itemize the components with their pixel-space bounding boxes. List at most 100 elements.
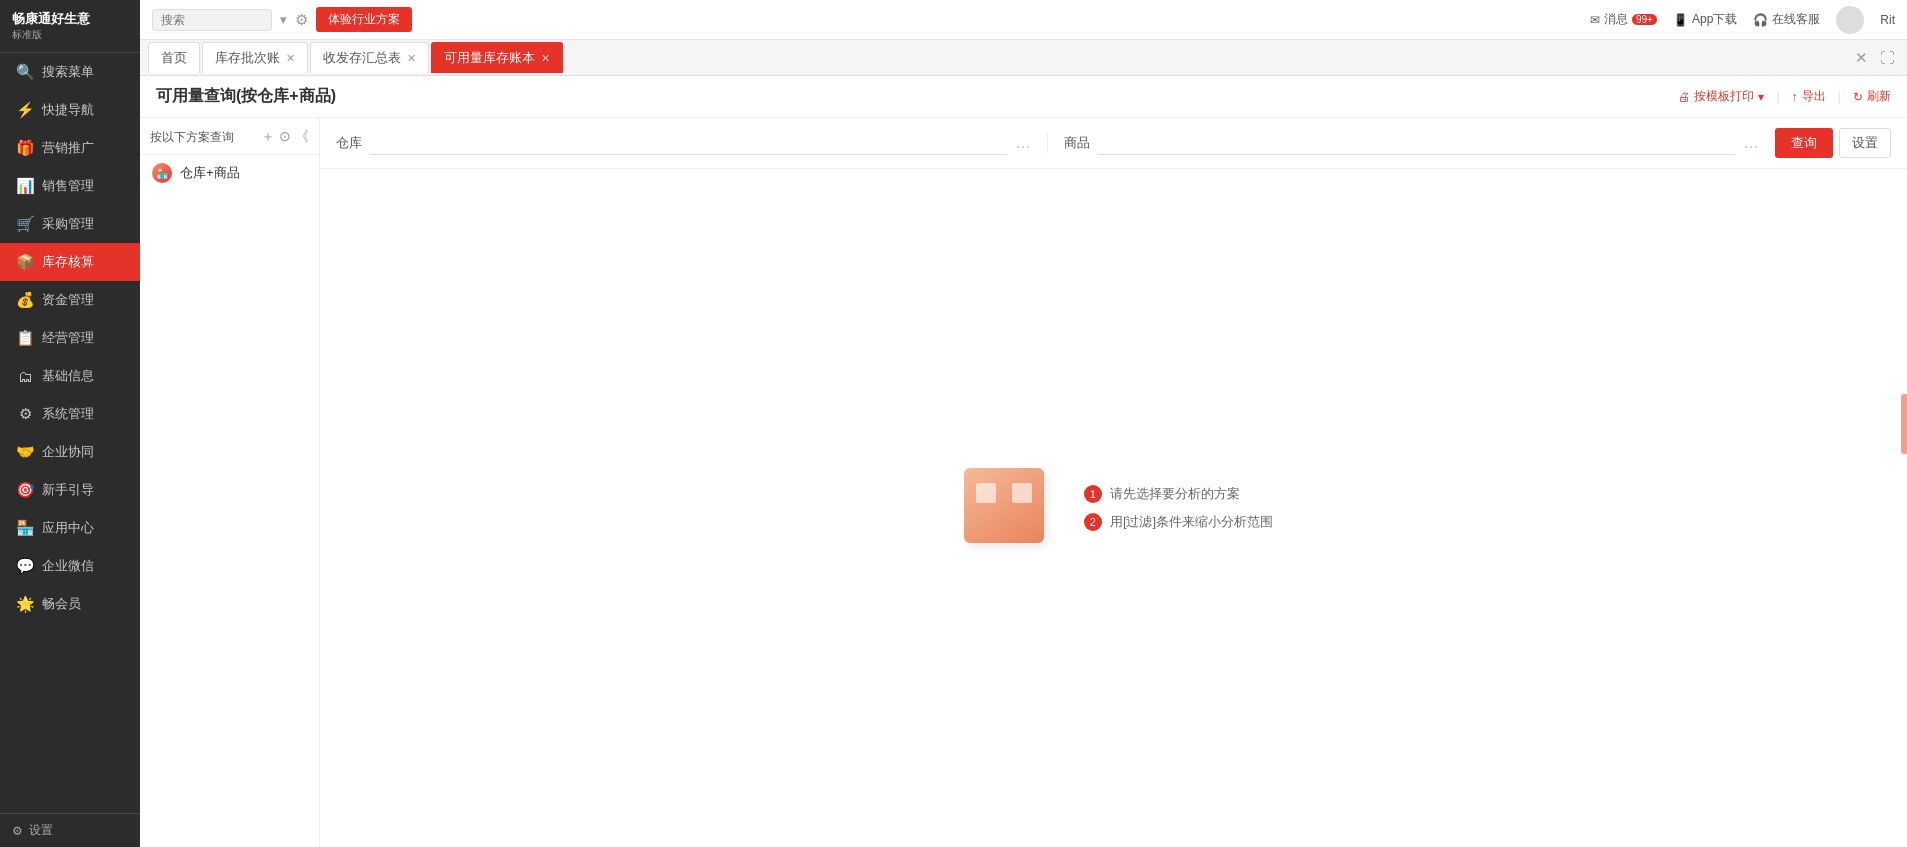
filter-header-label: 按以下方案查询 — [150, 129, 234, 146]
collapse-btn[interactable]: 《 — [295, 128, 309, 146]
operations-icon: 📋 — [16, 329, 34, 347]
sidebar-item-appstore[interactable]: 🏪 应用中心 — [0, 509, 140, 547]
newbie-icon: 🎯 — [16, 481, 34, 499]
empty-illustration — [954, 458, 1054, 558]
sidebar-item-label: 应用中心 — [42, 519, 94, 537]
tab-batch-ledger[interactable]: 库存批次账 ✕ — [202, 42, 308, 73]
topbar-right: ✉ 消息 99+ 📱 App下载 🎧 在线客服 Rit — [1590, 6, 1895, 34]
headset-icon: 🎧 — [1753, 13, 1768, 27]
sidebar-item-operations[interactable]: 📋 经营管理 — [0, 319, 140, 357]
warehouse-label: 仓库 — [336, 134, 362, 152]
sidebar-item-inventory[interactable]: 📦 库存核算 — [0, 243, 140, 281]
warehouse-more-btn[interactable]: … — [1015, 134, 1031, 152]
tab-summary[interactable]: 收发存汇总表✕ — [310, 42, 429, 73]
print-icon: 🖨 — [1678, 90, 1690, 104]
sidebar-item-wechat[interactable]: 💬 企业微信 — [0, 547, 140, 585]
avatar[interactable] — [1836, 6, 1864, 34]
username: Rit — [1880, 13, 1895, 27]
add-scheme-btn[interactable]: ＋ — [261, 128, 275, 146]
tab-available[interactable]: 可用量库存账本 ✕ — [431, 42, 563, 73]
search-icon: 🔍 — [16, 63, 34, 81]
sidebar-item-label: 营销推广 — [42, 139, 94, 157]
sidebar-logo: 畅康通好生意 标准版 — [0, 0, 140, 53]
tab-label: 首页 — [161, 49, 187, 67]
tab-label: 库存批次账 — [215, 49, 280, 67]
sidebar-item-purchase-mgmt[interactable]: 🛒 采购管理 — [0, 205, 140, 243]
export-btn[interactable]: ↑ 导出 — [1792, 88, 1826, 105]
chevron-print-icon: ▾ — [1758, 90, 1764, 104]
sidebar-item-newbie[interactable]: 🎯 新手引导 — [0, 471, 140, 509]
logo-title: 畅康通好生意 — [12, 10, 128, 28]
sidebar-item-label: 快捷导航 — [42, 101, 94, 119]
query-bar: 仓库 … 商品 … 查询 设置 — [320, 118, 1907, 169]
warehouse-input[interactable] — [370, 131, 1007, 155]
sidebar-item-shortcut[interactable]: ⚡ 快捷导航 — [0, 91, 140, 129]
filter-header: 按以下方案查询 ＋ ⊙ 《 — [140, 128, 319, 155]
scheme-settings-btn[interactable]: ⊙ — [279, 128, 291, 146]
content-area: 按以下方案查询 ＋ ⊙ 《 🏪 仓库+商品 仓库 … — [140, 118, 1907, 847]
page-title: 可用量查询(按仓库+商品) — [156, 86, 336, 107]
app-download-btn[interactable]: 📱 App下载 — [1673, 11, 1737, 28]
appstore-icon: 🏪 — [16, 519, 34, 537]
sidebar-item-label: 库存核算 — [42, 253, 94, 271]
chevron-down-icon[interactable]: ▾ — [280, 12, 287, 27]
empty-hint-2: 2 用[过滤]条件来缩小分析范围 — [1084, 513, 1273, 531]
marketing-icon: 🎁 — [16, 139, 34, 157]
tab-home[interactable]: 首页 — [148, 42, 200, 73]
goods-more-btn[interactable]: … — [1743, 134, 1759, 152]
sidebar-item-label: 采购管理 — [42, 215, 94, 233]
message-icon: ✉ — [1590, 13, 1600, 27]
sidebar-item-label: 销售管理 — [42, 177, 94, 195]
sidebar-item-finance[interactable]: 💰 资金管理 — [0, 281, 140, 319]
system-icon: ⚙ — [16, 405, 34, 423]
finance-icon: 💰 — [16, 291, 34, 309]
empty-state: 1 请先选择要分析的方案 2 用[过滤]条件来缩小分析范围 — [320, 169, 1907, 847]
topbar-search-input[interactable] — [152, 9, 272, 31]
sidebar-item-search[interactable]: 🔍 搜索菜单 — [0, 53, 140, 91]
page-header-actions: 🖨 按模板打印 ▾ | ↑ 导出 | ↻ 刷新 — [1678, 88, 1891, 105]
sidebar-item-enterprise[interactable]: 🤝 企业协同 — [0, 433, 140, 471]
tab-close-icon[interactable]: ✕ — [286, 52, 295, 65]
query-btn[interactable]: 查询 — [1775, 128, 1833, 158]
sidebar-item-label: 系统管理 — [42, 405, 94, 423]
purchase-mgmt-icon: 🛒 — [16, 215, 34, 233]
filter-header-actions: ＋ ⊙ 《 — [261, 128, 309, 146]
sidebar-item-member[interactable]: 🌟 畅会员 — [0, 585, 140, 623]
message-badge: 99+ — [1632, 14, 1657, 25]
tabs-bar: 首页库存批次账✕收发存汇总表✕可用量库存账本✕ ✕ ⛶ — [140, 40, 1907, 76]
query-btn-group: 查询 设置 — [1775, 128, 1891, 158]
trial-btn[interactable]: 体验行业方案 — [316, 7, 412, 32]
tab-label: 可用量库存账本 — [444, 49, 535, 67]
warehouse-goods-icon: 🏪 — [152, 163, 172, 183]
sidebar-item-system[interactable]: ⚙ 系统管理 — [0, 395, 140, 433]
filter-item-label: 仓库+商品 — [180, 164, 240, 182]
inventory-icon: 📦 — [16, 253, 34, 271]
sidebar-item-label: 畅会员 — [42, 595, 81, 613]
sidebar-item-marketing[interactable]: 🎁 营销推广 — [0, 129, 140, 167]
empty-text: 1 请先选择要分析的方案 2 用[过滤]条件来缩小分析范围 — [1084, 485, 1273, 531]
query-setting-btn[interactable]: 设置 — [1839, 128, 1891, 158]
query-sep-1 — [1047, 133, 1048, 153]
gear-icon[interactable]: ⚙ — [295, 11, 308, 29]
message-btn[interactable]: ✉ 消息 99+ — [1590, 11, 1657, 28]
filter-panel: 按以下方案查询 ＋ ⊙ 《 🏪 仓库+商品 — [140, 118, 320, 847]
sidebar-bottom: ⚙ 设置 — [0, 813, 140, 847]
sidebar-item-label: 新手引导 — [42, 481, 94, 499]
close-tab-btn[interactable]: ✕ — [1851, 47, 1872, 69]
refresh-btn[interactable]: ↻ 刷新 — [1853, 88, 1891, 105]
print-btn[interactable]: 🖨 按模板打印 ▾ — [1678, 88, 1764, 105]
topbar: ▾ ⚙ 体验行业方案 ✉ 消息 99+ 📱 App下载 🎧 在线客服 Rit — [140, 0, 1907, 40]
online-service-btn[interactable]: 🎧 在线客服 — [1753, 11, 1820, 28]
tab-close-icon[interactable]: ✕ — [407, 52, 416, 65]
shortcut-icon: ⚡ — [16, 101, 34, 119]
sidebar-item-sales-mgmt[interactable]: 📊 销售管理 — [0, 167, 140, 205]
sidebar-item-label: 搜索菜单 — [42, 63, 94, 81]
sidebar-item-label: 企业协同 — [42, 443, 94, 461]
basics-icon: 🗂 — [16, 368, 34, 385]
tab-close-icon[interactable]: ✕ — [541, 52, 550, 65]
goods-input[interactable] — [1098, 131, 1735, 155]
maximize-btn[interactable]: ⛶ — [1876, 47, 1899, 69]
goods-field: 商品 … — [1064, 131, 1759, 155]
sidebar-item-basics[interactable]: 🗂 基础信息 — [0, 357, 140, 395]
filter-item-warehouse-goods[interactable]: 🏪 仓库+商品 — [140, 155, 319, 191]
